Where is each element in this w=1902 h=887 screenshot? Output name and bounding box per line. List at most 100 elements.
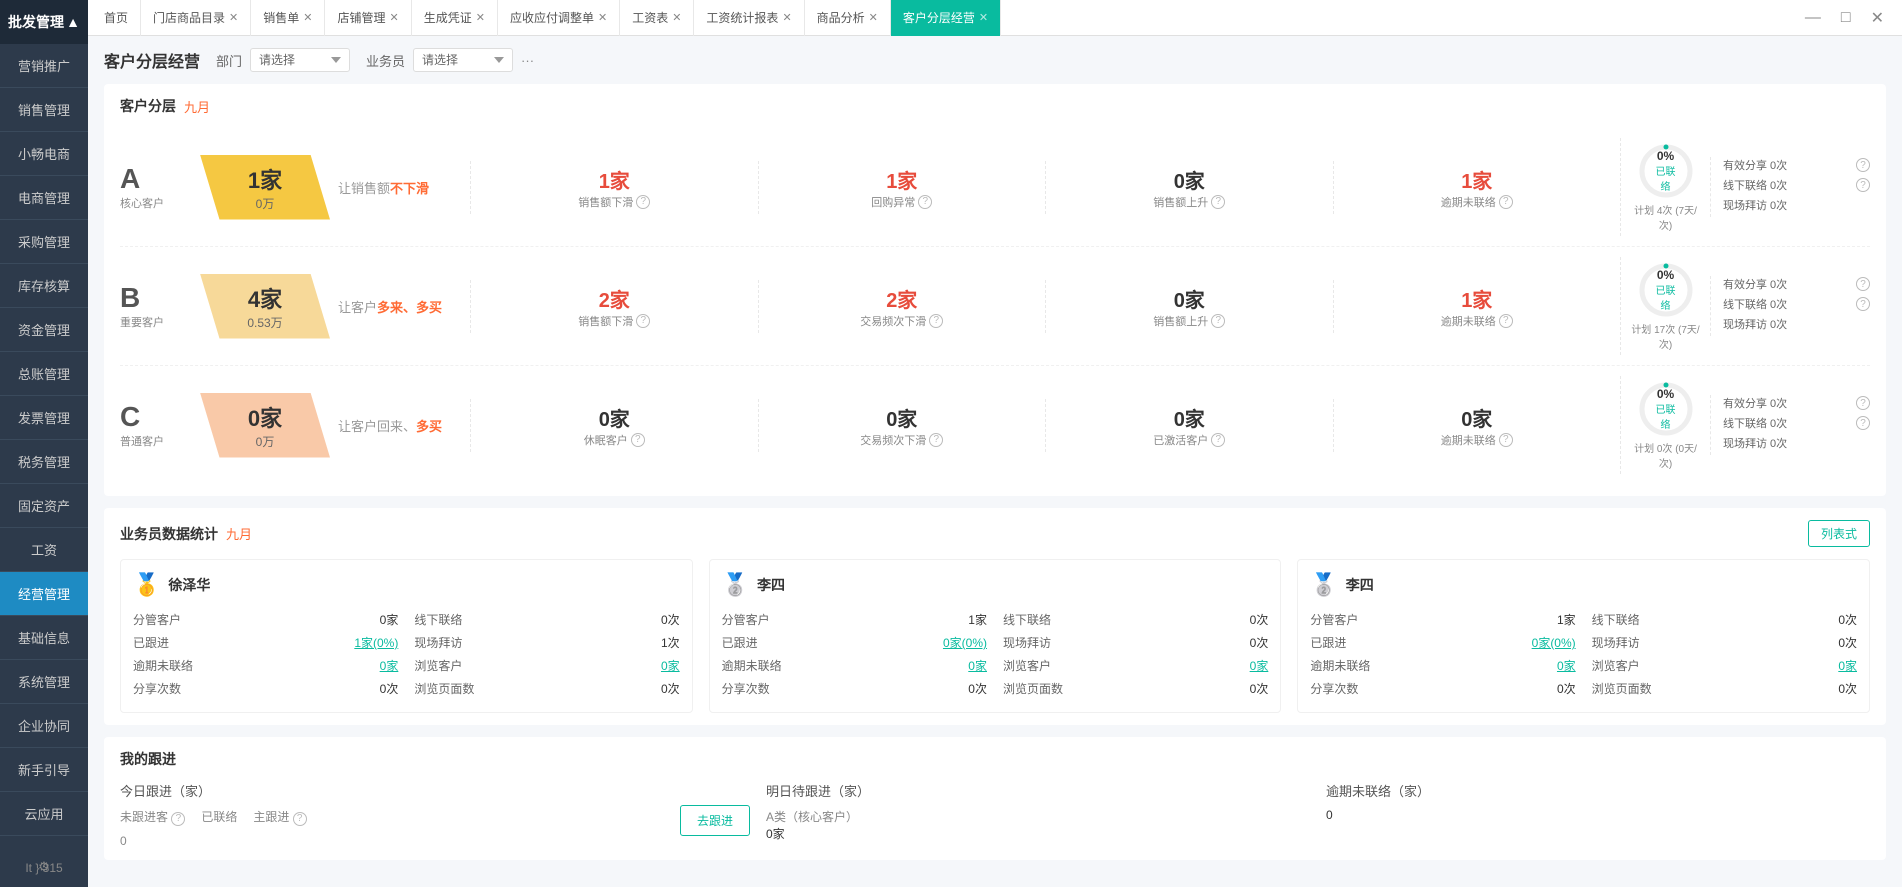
info-icon1[interactable]: ? — [171, 812, 185, 826]
sidebar-item-发票管理[interactable]: 发票管理 — [0, 396, 88, 440]
sidebar-item-经营管理[interactable]: 经营管理 — [0, 572, 88, 616]
sidebar-item-库存核算[interactable]: 库存核算 — [0, 264, 88, 308]
tab-工资表[interactable]: 工资表✕ — [620, 0, 694, 36]
sidebar-item-基础信息[interactable]: 基础信息 — [0, 616, 88, 660]
right-stat-label-B-0: 有效分享 0次 — [1723, 276, 1787, 292]
tab-close-icon[interactable]: ✕ — [1865, 6, 1890, 30]
tab-close-商品分析[interactable]: ✕ — [869, 11, 878, 24]
stat-label-C-3: 逾期未联络 ? — [1342, 432, 1613, 448]
staff-right-label-0-2: 浏览客户 — [414, 657, 462, 674]
staff-left-val-2-1[interactable]: 0家(0%) — [1532, 634, 1576, 651]
list-view-action: 列表式 — [1808, 520, 1870, 547]
sidebar-item-工资[interactable]: 工资 — [0, 528, 88, 572]
tier-letter-A: A — [120, 163, 200, 195]
staff-select[interactable]: 请选择 — [413, 48, 513, 72]
tab-close-销售单[interactable]: ✕ — [303, 11, 312, 24]
stat-info-icon-C-2[interactable]: ? — [1211, 433, 1225, 447]
staff-right-val-0-2[interactable]: 0家 — [661, 657, 680, 674]
tab-应收应付调整单[interactable]: 应收应付调整单✕ — [498, 0, 620, 36]
tab-close-生成凭证[interactable]: ✕ — [476, 11, 485, 24]
sidebar-item-企业协同[interactable]: 企业协同 — [0, 704, 88, 748]
tab-close-门店商品目录[interactable]: ✕ — [229, 11, 238, 24]
info-icon2[interactable]: ? — [293, 812, 307, 826]
right-stat-icon-B-0[interactable]: ? — [1856, 277, 1870, 291]
right-stat-icon-A-1[interactable]: ? — [1856, 178, 1870, 192]
staff-left-val-2-2[interactable]: 0家 — [1557, 657, 1576, 674]
right-stat-icon-B-1[interactable]: ? — [1856, 297, 1870, 311]
sidebar-item-资金管理[interactable]: 资金管理 — [0, 308, 88, 352]
staff-stats-grid-1: 分管客户1家已跟进0家(0%)逾期未联络0家分享次数0次线下联络0次现场拜访0次… — [722, 608, 1269, 700]
tab-bar-actions: — □ ✕ — [1799, 6, 1898, 30]
sidebar-item-销售管理[interactable]: 销售管理 — [0, 88, 88, 132]
tab-restore-icon[interactable]: □ — [1835, 7, 1857, 29]
tab-门店商品目录[interactable]: 门店商品目录✕ — [141, 0, 251, 36]
stat-count-B-3: 1家 — [1342, 284, 1613, 313]
sidebar-item-云应用[interactable]: 云应用 — [0, 792, 88, 836]
stat-info-icon-B-2[interactable]: ? — [1211, 314, 1225, 328]
stat-info-icon-C-1[interactable]: ? — [929, 433, 943, 447]
staff-right-val-1-0: 0次 — [1250, 611, 1269, 628]
sidebar-item-营销推广[interactable]: 营销推广 — [0, 44, 88, 88]
circle-pct-B: 0% — [1651, 268, 1680, 282]
sidebar-item-固定资产[interactable]: 固定资产 — [0, 484, 88, 528]
staff-left-stat-2-1: 已跟进0家(0%) — [1310, 631, 1575, 654]
stat-info-icon-B-0[interactable]: ? — [636, 314, 650, 328]
tab-close-店铺管理[interactable]: ✕ — [390, 11, 399, 24]
tier-name-B: 重要客户 — [120, 314, 200, 330]
sidebar-item-税务管理[interactable]: 税务管理 — [0, 440, 88, 484]
sidebar-item-系统管理[interactable]: 系统管理 — [0, 660, 88, 704]
tier-stat-C-3: 0家逾期未联络 ? — [1333, 399, 1621, 452]
staff-right-val-2-2[interactable]: 0家 — [1838, 657, 1857, 674]
tab-生成凭证[interactable]: 生成凭证✕ — [412, 0, 498, 36]
goto-followup-button[interactable]: 去跟进 — [680, 805, 750, 836]
stat-info-icon-A-2[interactable]: ? — [1211, 195, 1225, 209]
sidebar-item-总账管理[interactable]: 总账管理 — [0, 352, 88, 396]
stat-info-icon-B-1[interactable]: ? — [929, 314, 943, 328]
tab-close-应收应付调整单[interactable]: ✕ — [598, 11, 607, 24]
right-stat-icon-C-0[interactable]: ? — [1856, 396, 1870, 410]
tier-row-B: B重要客户4家0.53万让客户多来、多买2家销售额下滑 ?2家交易频次下滑 ?0… — [120, 247, 1870, 366]
stat-info-icon-A-0[interactable]: ? — [636, 195, 650, 209]
tab-销售单[interactable]: 销售单✕ — [251, 0, 325, 36]
right-stat-icon-C-1[interactable]: ? — [1856, 416, 1870, 430]
stat-info-icon-A-3[interactable]: ? — [1499, 195, 1513, 209]
tab-close-客户分层经营[interactable]: ✕ — [979, 11, 988, 24]
sidebar-header[interactable]: 批发管理 ▲ — [0, 0, 88, 44]
stat-info-icon-C-3[interactable]: ? — [1499, 433, 1513, 447]
circle-pct-A: 0% — [1651, 149, 1680, 163]
staff-right-val-1-2[interactable]: 0家 — [1250, 657, 1269, 674]
circle-sub-B: 计划 17次 (7天/次) — [1629, 321, 1702, 351]
sidebar-collapse-icon[interactable]: ▲ — [66, 14, 80, 30]
staff-left-val-1-1[interactable]: 0家(0%) — [943, 634, 987, 651]
tab-工资统计报表[interactable]: 工资统计报表✕ — [694, 0, 804, 36]
tab-close-工资统计报表[interactable]: ✕ — [782, 11, 791, 24]
stat-info-icon-B-3[interactable]: ? — [1499, 314, 1513, 328]
staff-left-stat-2-0: 分管客户1家 — [1310, 608, 1575, 631]
staff-left-val-0-2[interactable]: 0家 — [380, 657, 399, 674]
tab-close-工资表[interactable]: ✕ — [672, 11, 681, 24]
tab-店铺管理[interactable]: 店铺管理✕ — [325, 0, 411, 36]
staff-left-val-0-1[interactable]: 1家(0%) — [354, 634, 398, 651]
right-stat-label-A-2: 现场拜访 0次 — [1723, 197, 1787, 213]
dept-select[interactable]: 请选择 — [250, 48, 350, 72]
right-stat-A-0: 有效分享 0次? — [1723, 157, 1870, 173]
staff-right-label-0-3: 浏览页面数 — [414, 680, 474, 697]
sidebar-item-采购管理[interactable]: 采购管理 — [0, 220, 88, 264]
sidebar-item-新手引导[interactable]: 新手引导 — [0, 748, 88, 792]
stat-info-icon-C-0[interactable]: ? — [631, 433, 645, 447]
staff-right-label-1-2: 浏览客户 — [1003, 657, 1051, 674]
more-icon[interactable]: ··· — [521, 53, 534, 68]
sidebar-item-电商管理[interactable]: 电商管理 — [0, 176, 88, 220]
right-stat-C-1: 线下联络 0次? — [1723, 415, 1870, 431]
tab-商品分析[interactable]: 商品分析✕ — [805, 0, 891, 36]
sidebar-item-小畅电商[interactable]: 小畅电商 — [0, 132, 88, 176]
list-view-button[interactable]: 列表式 — [1808, 520, 1870, 547]
tier-stat-A-1: 1家回购异常 ? — [758, 161, 1046, 214]
stat-info-icon-A-1[interactable]: ? — [918, 195, 932, 209]
staff-left-val-1-2[interactable]: 0家 — [968, 657, 987, 674]
stat-count-A-1: 1家 — [767, 165, 1038, 194]
tab-客户分层经营[interactable]: 客户分层经营✕ — [891, 0, 1001, 36]
tab-minimize-icon[interactable]: — — [1799, 7, 1827, 29]
right-stat-icon-A-0[interactable]: ? — [1856, 158, 1870, 172]
tab-首页[interactable]: 首页 — [92, 0, 141, 36]
